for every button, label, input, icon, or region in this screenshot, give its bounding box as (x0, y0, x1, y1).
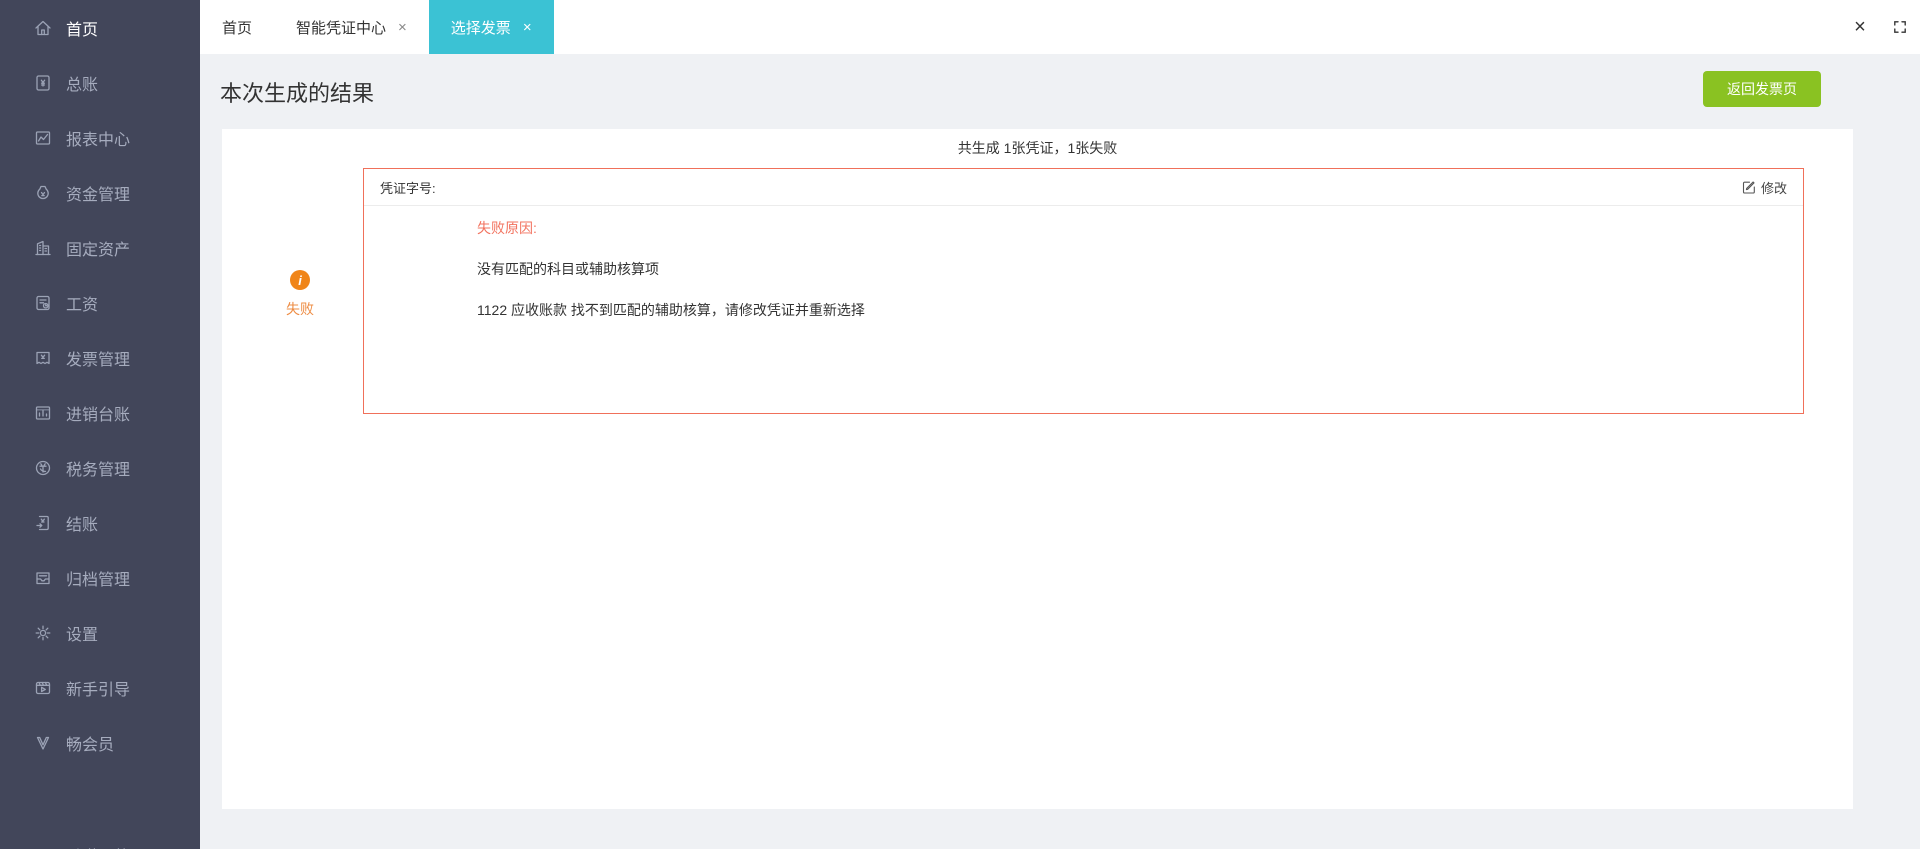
sidebar-item-general-ledger[interactable]: 总账 (0, 55, 200, 110)
tab-select-invoice[interactable]: 选择发票 × (428, 0, 554, 54)
payroll-icon (33, 293, 53, 313)
sidebar-item-label: 归档管理 (66, 571, 131, 589)
invoice-icon (33, 348, 53, 368)
archive-icon (33, 568, 53, 588)
sidebar-item-label: 发票管理 (66, 351, 131, 369)
sidebar-item-member[interactable]: 畅会员 (0, 715, 200, 770)
result-card-header: 凭证字号: 修改 (364, 169, 1803, 206)
tab-bar: 首页 智能凭证中心 × 选择发票 × (200, 0, 1920, 54)
guide-icon (33, 678, 53, 698)
sidebar-item-label: 税务管理 (66, 461, 131, 479)
sidebar-item-label: 新手引导 (66, 681, 131, 699)
sidebar-item-invoice[interactable]: 发票管理 (0, 330, 200, 385)
member-icon (33, 733, 53, 753)
failure-status-label: 失败 (286, 301, 314, 317)
fixed-assets-icon (33, 238, 53, 258)
tab-close-icon[interactable]: × (523, 19, 532, 36)
voucher-number-label: 凭证字号: (380, 180, 436, 196)
tab-smart-voucher-center[interactable]: 智能凭证中心 × (274, 0, 429, 54)
info-icon: i (290, 270, 310, 290)
fail-reason-line: 没有匹配的科目或辅助核算项 (477, 261, 659, 277)
sidebar-item-label: 报表中心 (66, 131, 131, 149)
sidebar-item-label: 固定资产 (66, 241, 131, 259)
close-icon: × (1854, 15, 1866, 38)
edit-button[interactable]: 修改 (1742, 178, 1787, 197)
page-title: 本次生成的结果 (220, 81, 375, 106)
sidebar: 首页 总账 报表中心 资金管理 固定资产 工资 发票管理 进销台账 税务管理 结… (0, 0, 200, 849)
sidebar-item-settings[interactable]: 设置 (0, 605, 200, 660)
funds-icon (33, 183, 53, 203)
sidebar-item-purchase-sales[interactable]: 进销台账 (0, 385, 200, 440)
tab-label: 选择发票 (450, 19, 511, 37)
sidebar-item-closing[interactable]: 结账 (0, 495, 200, 550)
sidebar-item-label: 工资 (66, 296, 99, 314)
sidebar-item-payroll[interactable]: 工资 (0, 275, 200, 330)
sidebar-item-tax[interactable]: 税务管理 (0, 440, 200, 495)
fullscreen-icon (1892, 19, 1908, 35)
sidebar-item-label: 进销台账 (66, 406, 131, 424)
main-content: 本次生成的结果 返回发票页 共生成 1张凭证，1张失败 i 失败 凭证字号: 修… (200, 54, 1920, 849)
fullscreen-button[interactable] (1880, 0, 1920, 54)
fail-reason-line: 1122 应收账款 找不到匹配的辅助核算，请修改凭证并重新选择 (477, 302, 865, 318)
tab-close-icon[interactable]: × (398, 19, 407, 36)
close-button[interactable]: × (1840, 0, 1880, 54)
window-controls: × (1840, 0, 1920, 54)
tax-icon (33, 458, 53, 478)
tab-label: 首页 (222, 19, 253, 37)
closing-icon (33, 513, 53, 533)
settings-icon (33, 623, 53, 643)
voucher-result-card: 凭证字号: 修改 失败原因: 没有匹配的科目或辅助核算项 1122 应收账款 找… (363, 168, 1804, 414)
collapse-label: 隐藏导航 (69, 845, 129, 849)
home-icon (33, 18, 53, 38)
sidebar-item-label: 畅会员 (66, 736, 115, 754)
sidebar-item-label: 设置 (66, 626, 99, 644)
generation-summary: 共生成 1张凭证，1张失败 (957, 140, 1118, 156)
report-center-icon (33, 128, 53, 148)
tab-label: 智能凭证中心 (296, 19, 387, 37)
sidebar-item-label: 首页 (66, 21, 99, 39)
tab-home[interactable]: 首页 (200, 0, 274, 54)
fail-reason-label: 失败原因: (477, 220, 537, 236)
result-panel: 共生成 1张凭证，1张失败 i 失败 凭证字号: 修改 失败原因: 没有匹配的科… (222, 129, 1853, 809)
sidebar-item-label: 资金管理 (66, 186, 131, 204)
sidebar-item-guide[interactable]: 新手引导 (0, 660, 200, 715)
sidebar-item-archive[interactable]: 归档管理 (0, 550, 200, 605)
general-ledger-icon (33, 73, 53, 93)
edit-button-label: 修改 (1760, 180, 1787, 196)
edit-icon (1742, 180, 1756, 194)
sidebar-item-funds[interactable]: 资金管理 (0, 165, 200, 220)
failure-status: i 失败 (260, 270, 340, 319)
sidebar-collapse-button[interactable]: ◀ 隐藏导航 (0, 834, 200, 849)
sidebar-item-label: 结账 (66, 516, 99, 534)
sidebar-item-label: 总账 (66, 76, 99, 94)
result-card-body: 失败原因: 没有匹配的科目或辅助核算项 1122 应收账款 找不到匹配的辅助核算… (364, 206, 1803, 319)
sidebar-item-home[interactable]: 首页 (0, 0, 200, 55)
sidebar-item-report-center[interactable]: 报表中心 (0, 110, 200, 165)
back-to-invoice-button[interactable]: 返回发票页 (1703, 71, 1821, 107)
sidebar-item-fixed-assets[interactable]: 固定资产 (0, 220, 200, 275)
info-icon-letter: i (298, 272, 302, 288)
purchase-sales-icon (33, 403, 53, 423)
